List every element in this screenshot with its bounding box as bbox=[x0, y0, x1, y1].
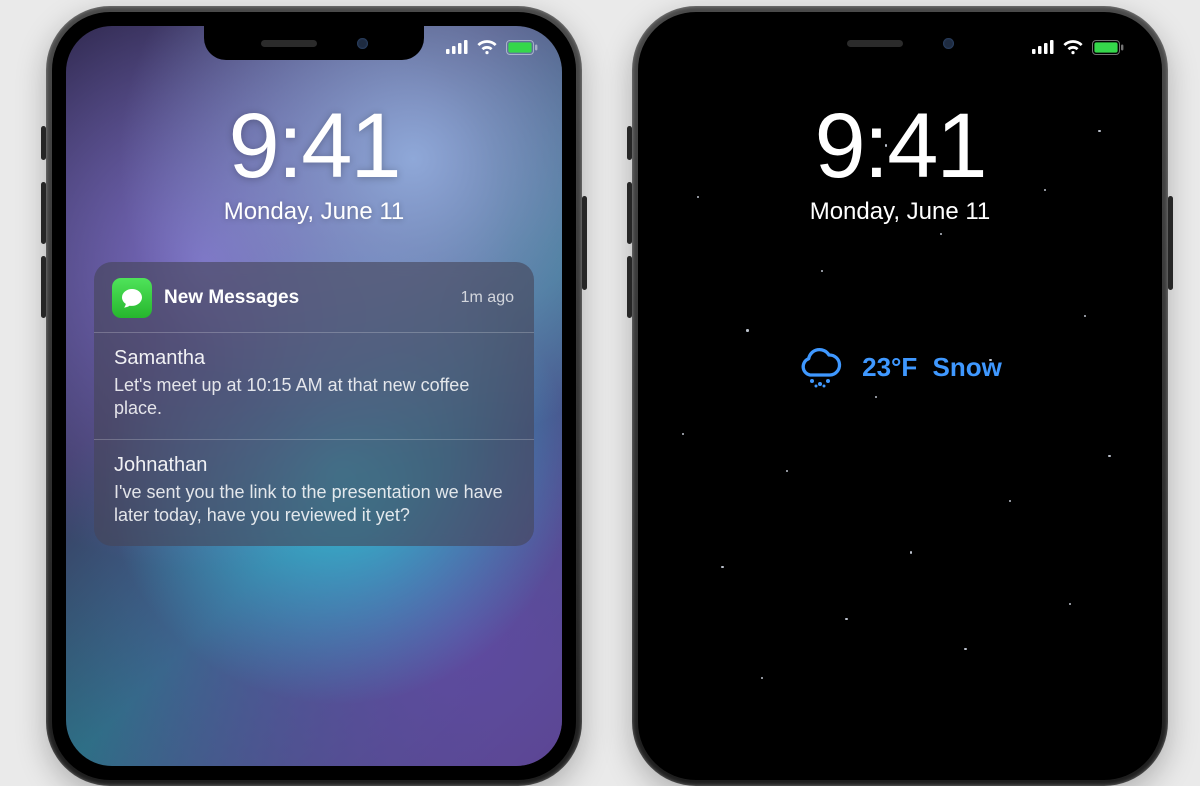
lock-clock: 9:41 bbox=[814, 100, 985, 192]
battery-icon bbox=[1092, 40, 1124, 55]
message-sender: Samantha bbox=[114, 347, 514, 370]
lock-date: Monday, June 11 bbox=[224, 198, 405, 226]
notification-header: New Messages 1m ago bbox=[94, 262, 534, 332]
notification-time: 1m ago bbox=[461, 289, 514, 307]
phone-dark: 9:41 Monday, June 11 23°F bbox=[632, 6, 1168, 786]
message-body: Let's meet up at 10:15 AM at that new co… bbox=[114, 374, 514, 421]
cellular-icon bbox=[1032, 40, 1054, 54]
message-sender: Johnathan bbox=[114, 454, 514, 477]
notification-title: New Messages bbox=[164, 287, 449, 309]
messages-icon bbox=[112, 278, 152, 318]
front-camera bbox=[357, 38, 368, 49]
lock-screen[interactable]: 9:41 Monday, June 11 23°F bbox=[652, 26, 1148, 766]
volume-up-button[interactable] bbox=[627, 182, 632, 244]
notification-card[interactable]: New Messages 1m ago Samantha Let's meet … bbox=[94, 262, 534, 546]
message-body: I've sent you the link to the presentati… bbox=[114, 481, 514, 528]
weather-text: 23°F Snow bbox=[862, 352, 1002, 383]
front-camera bbox=[943, 38, 954, 49]
cellular-icon bbox=[446, 40, 468, 54]
side-button[interactable] bbox=[582, 196, 587, 290]
wifi-icon bbox=[476, 39, 498, 55]
mute-switch[interactable] bbox=[627, 126, 632, 160]
mute-switch[interactable] bbox=[41, 126, 46, 160]
battery-icon bbox=[506, 40, 538, 55]
message-item[interactable]: Samantha Let's meet up at 10:15 AM at th… bbox=[94, 332, 534, 439]
lock-screen[interactable]: 9:41 Monday, June 11 New Messages 1m ago… bbox=[66, 26, 562, 766]
wifi-icon bbox=[1062, 39, 1084, 55]
volume-up-button[interactable] bbox=[41, 182, 46, 244]
speaker-grille bbox=[261, 40, 317, 47]
lock-date: Monday, June 11 bbox=[810, 198, 991, 226]
status-bar bbox=[1032, 32, 1124, 62]
side-button[interactable] bbox=[1168, 196, 1173, 290]
weather-cond: Snow bbox=[933, 352, 1002, 382]
message-item[interactable]: Johnathan I've sent you the link to the … bbox=[94, 439, 534, 546]
volume-down-button[interactable] bbox=[627, 256, 632, 318]
snow-icon bbox=[798, 346, 842, 388]
notch bbox=[204, 26, 424, 60]
phone-light: 9:41 Monday, June 11 New Messages 1m ago… bbox=[46, 6, 582, 786]
weather-temp: 23°F bbox=[862, 352, 917, 382]
notch bbox=[790, 26, 1010, 60]
lock-clock: 9:41 bbox=[228, 100, 399, 192]
weather-widget[interactable]: 23°F Snow bbox=[798, 346, 1002, 388]
status-bar bbox=[446, 32, 538, 62]
speaker-grille bbox=[847, 40, 903, 47]
volume-down-button[interactable] bbox=[41, 256, 46, 318]
